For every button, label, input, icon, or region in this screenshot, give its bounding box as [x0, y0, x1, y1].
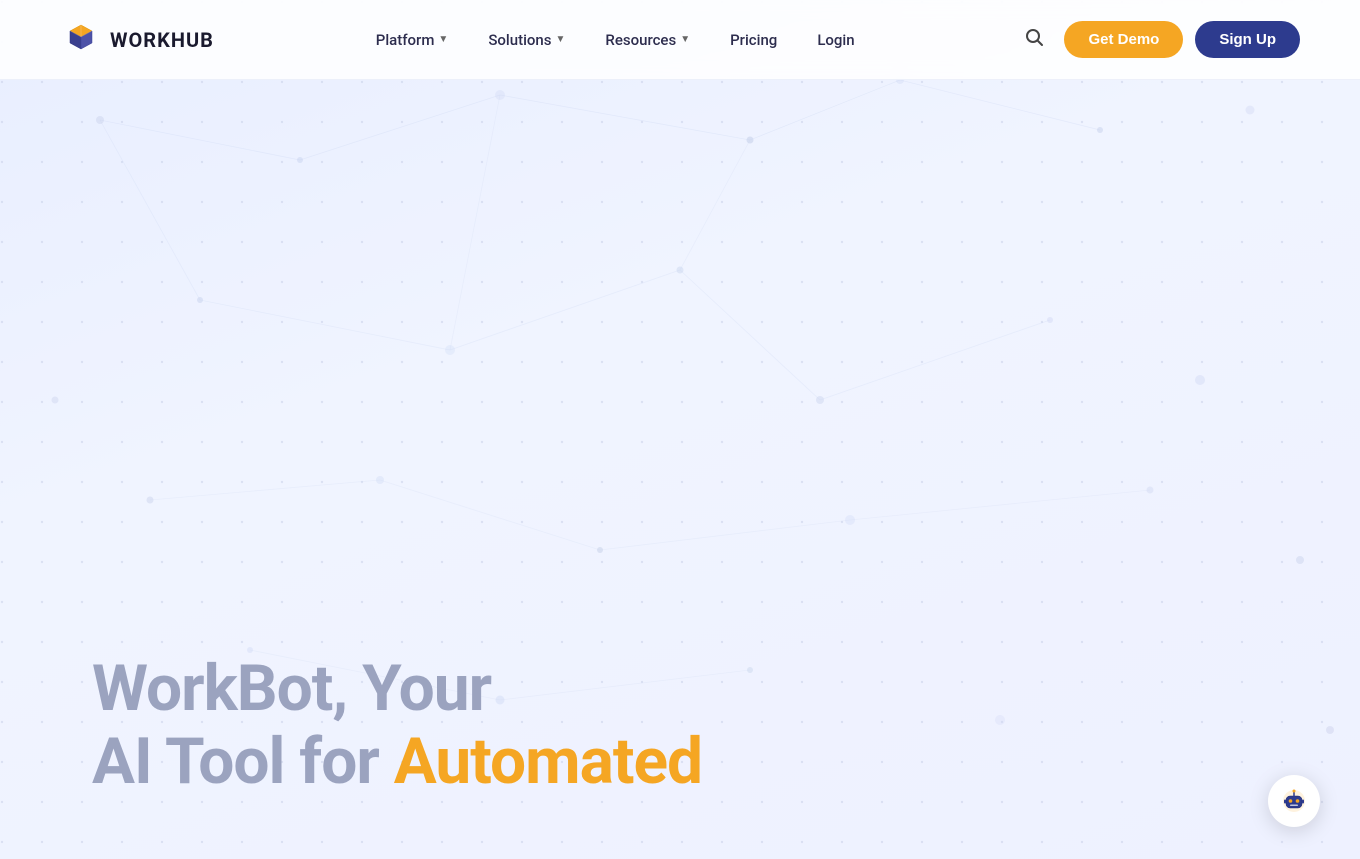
chevron-down-icon: ▼ [680, 34, 690, 45]
nav-solutions[interactable]: Solutions ▼ [472, 23, 581, 57]
hero-line-2: AI Tool for Automated [92, 725, 702, 799]
search-icon [1024, 27, 1044, 47]
logo-container[interactable]: WORKHUB [60, 19, 214, 61]
hero-section: WorkBot, Your AI Tool for Automated [92, 652, 702, 799]
nav-cta-group: Get Demo Sign Up [1016, 19, 1300, 60]
search-button[interactable] [1016, 19, 1052, 60]
nav-resources[interactable]: Resources ▼ [589, 23, 706, 57]
nav-platform[interactable]: Platform ▼ [360, 23, 465, 57]
chat-widget[interactable] [1268, 775, 1320, 827]
navbar: WORKHUB Platform ▼ Solutions ▼ Resources… [0, 0, 1360, 80]
chevron-down-icon: ▼ [438, 34, 448, 45]
nav-links: Platform ▼ Solutions ▼ Resources ▼ Prici… [360, 23, 871, 57]
hero-line-2-accent: Automated [394, 724, 702, 799]
sign-up-button[interactable]: Sign Up [1195, 21, 1300, 58]
hero-line-1: WorkBot, Your [92, 652, 702, 726]
chat-bot-icon [1280, 787, 1308, 815]
logo-text: WORKHUB [110, 28, 214, 52]
chevron-down-icon: ▼ [555, 34, 565, 45]
nav-pricing[interactable]: Pricing [714, 23, 793, 57]
get-demo-button[interactable]: Get Demo [1064, 21, 1183, 58]
hero-line-2-plain: AI Tool for [92, 724, 394, 799]
logo-icon [60, 19, 102, 61]
nav-login[interactable]: Login [801, 23, 870, 57]
